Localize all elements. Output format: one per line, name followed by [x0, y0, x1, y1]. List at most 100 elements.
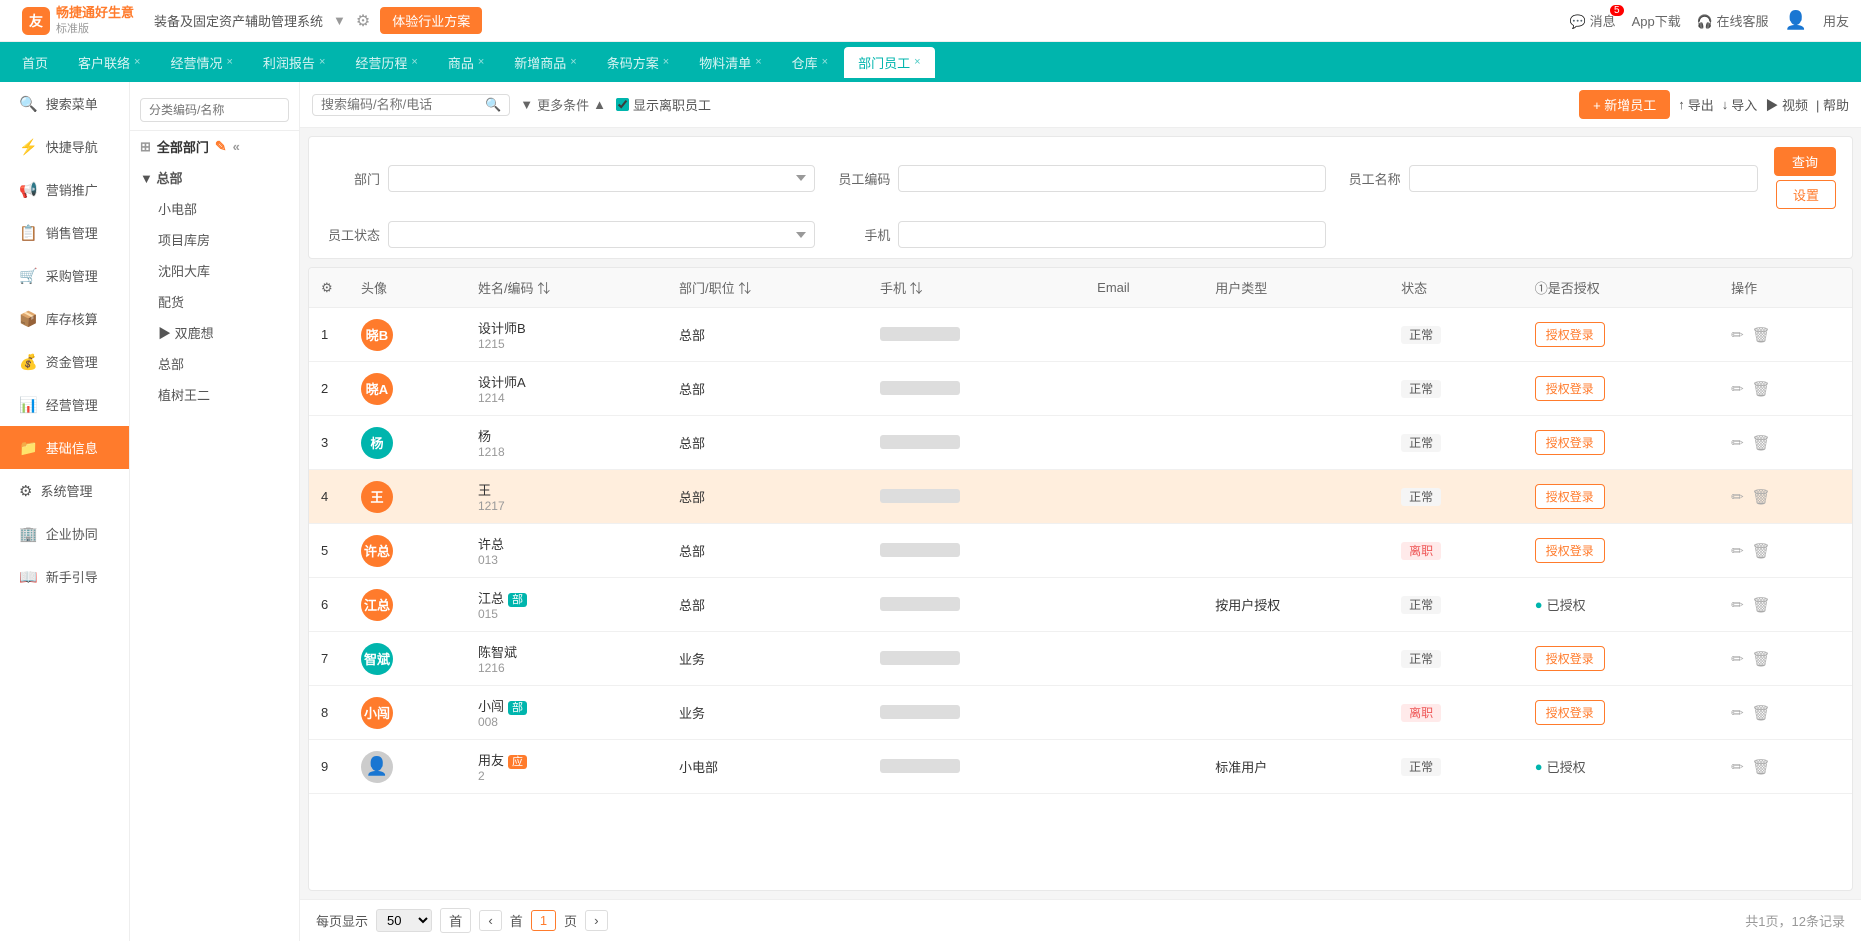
- first-page-button[interactable]: 首: [440, 908, 471, 933]
- filter-status-select[interactable]: [388, 221, 815, 248]
- tab-close-icon[interactable]: ×: [914, 56, 920, 68]
- delete-button[interactable]: 🗑: [1752, 380, 1771, 398]
- delete-button[interactable]: 🗑: [1752, 650, 1771, 668]
- filter-code-input[interactable]: [898, 165, 1325, 192]
- dept-collapse-icon[interactable]: «: [233, 139, 240, 154]
- tab-close-icon[interactable]: ×: [226, 56, 232, 68]
- sidebar-item-basic[interactable]: 📁 基础信息: [0, 426, 129, 469]
- tab-close-icon[interactable]: ×: [822, 56, 828, 68]
- tab-history[interactable]: 经营历程 ×: [341, 47, 431, 78]
- delete-button[interactable]: 🗑: [1752, 326, 1771, 344]
- edit-button[interactable]: ✏: [1731, 542, 1744, 560]
- delete-button[interactable]: 🗑: [1752, 488, 1771, 506]
- auth-login-button[interactable]: 授权登录: [1535, 700, 1605, 725]
- show-resigned-checkbox[interactable]: [616, 98, 629, 111]
- col-name-code[interactable]: 姓名/编码 ⇅: [466, 268, 667, 308]
- message-icon-area[interactable]: 💬 消息 5: [1570, 11, 1616, 30]
- edit-button[interactable]: ✏: [1731, 704, 1744, 722]
- system-dropdown-icon[interactable]: ▼: [333, 13, 346, 28]
- dept-item-xiangmukufang[interactable]: 项目库房: [130, 224, 299, 255]
- show-resigned-checkbox-label[interactable]: 显示离职员工: [616, 95, 711, 114]
- sidebar-item-sales[interactable]: 📋 销售管理: [0, 211, 129, 254]
- sidebar-item-inventory[interactable]: 📦 库存核算: [0, 297, 129, 340]
- delete-button[interactable]: 🗑: [1752, 596, 1771, 614]
- tab-close-icon[interactable]: ×: [663, 56, 669, 68]
- row-auth[interactable]: 授权登录: [1523, 686, 1719, 740]
- tab-profit[interactable]: 利润报告 ×: [249, 47, 339, 78]
- col-settings[interactable]: ⚙: [309, 268, 349, 308]
- dept-item-zongbu-parent[interactable]: ▼ 总部: [130, 162, 299, 193]
- edit-button[interactable]: ✏: [1731, 434, 1744, 452]
- view-button[interactable]: ▶ 视频: [1765, 95, 1808, 114]
- prev-page-button[interactable]: ‹: [479, 910, 501, 931]
- reset-button[interactable]: 设置: [1776, 180, 1836, 209]
- settings-gear-icon[interactable]: ⚙: [356, 11, 370, 31]
- tab-new-goods[interactable]: 新增商品 ×: [500, 47, 590, 78]
- tab-close-icon[interactable]: ×: [755, 56, 761, 68]
- export-button[interactable]: ↑ 导出: [1678, 95, 1714, 114]
- dept-item-zongbu-sub[interactable]: 总部: [130, 348, 299, 379]
- search-input[interactable]: [321, 97, 481, 112]
- trial-button[interactable]: 体验行业方案: [380, 7, 482, 34]
- filter-phone-input[interactable]: [898, 221, 1325, 248]
- edit-button[interactable]: ✏: [1731, 380, 1744, 398]
- tab-barcode[interactable]: 条码方案 ×: [593, 47, 683, 78]
- auth-login-button[interactable]: 授权登录: [1535, 430, 1605, 455]
- sidebar-item-purchase[interactable]: 🛒 采购管理: [0, 254, 129, 297]
- next-page-button[interactable]: ›: [585, 910, 607, 931]
- dept-search-input[interactable]: [140, 98, 289, 122]
- tab-customer[interactable]: 客户联络 ×: [64, 47, 154, 78]
- auth-login-button[interactable]: 授权登录: [1535, 322, 1605, 347]
- row-auth[interactable]: ●已授权: [1523, 578, 1719, 632]
- sidebar-item-enterprise[interactable]: 🏢 企业协同: [0, 512, 129, 555]
- tab-warehouse[interactable]: 仓库 ×: [778, 47, 842, 78]
- search-icon[interactable]: 🔍: [485, 97, 501, 113]
- row-auth[interactable]: 授权登录: [1523, 524, 1719, 578]
- edit-button[interactable]: ✏: [1731, 488, 1744, 506]
- sidebar-item-operation[interactable]: 📊 经营管理: [0, 383, 129, 426]
- per-page-select[interactable]: 50 20 100: [376, 909, 432, 932]
- row-auth[interactable]: 授权登录: [1523, 416, 1719, 470]
- dept-item-xiaodianbu[interactable]: 小电部: [130, 193, 299, 224]
- app-download-link[interactable]: App下载: [1632, 11, 1681, 30]
- help-button[interactable]: | 帮助: [1816, 95, 1849, 114]
- col-dept-position[interactable]: 部门/职位 ⇅: [667, 268, 868, 308]
- col-phone[interactable]: 手机 ⇅: [868, 268, 1085, 308]
- import-button[interactable]: ↓ 导入: [1722, 95, 1758, 114]
- row-auth[interactable]: 授权登录: [1523, 362, 1719, 416]
- row-auth[interactable]: ●已授权: [1523, 740, 1719, 794]
- edit-button[interactable]: ✏: [1731, 326, 1744, 344]
- tab-department[interactable]: 部门员工 ×: [844, 47, 934, 78]
- edit-button[interactable]: ✏: [1731, 758, 1744, 776]
- auth-login-button[interactable]: 授权登录: [1535, 538, 1605, 563]
- online-service-link[interactable]: 🎧 在线客服: [1697, 11, 1769, 30]
- tab-operation[interactable]: 经营情况 ×: [156, 47, 246, 78]
- auth-login-button[interactable]: 授权登录: [1535, 484, 1605, 509]
- dept-item-zhishuwanger[interactable]: 植树王二: [130, 379, 299, 410]
- sidebar-item-marketing[interactable]: 📢 营销推广: [0, 168, 129, 211]
- tab-close-icon[interactable]: ×: [319, 56, 325, 68]
- sidebar-item-system[interactable]: ⚙ 系统管理: [0, 469, 129, 512]
- more-filter-button[interactable]: ▼ 更多条件 ▲: [520, 95, 606, 114]
- sidebar-item-search[interactable]: 🔍 搜索菜单: [0, 82, 129, 125]
- sidebar-item-finance[interactable]: 💰 资金管理: [0, 340, 129, 383]
- dept-item-peihuo[interactable]: 配货: [130, 286, 299, 317]
- sidebar-item-guide[interactable]: 📖 新手引导: [0, 555, 129, 598]
- tab-home[interactable]: 首页: [8, 47, 62, 78]
- tab-bom[interactable]: 物料清单 ×: [685, 47, 775, 78]
- add-employee-button[interactable]: + 新增员工: [1579, 90, 1670, 119]
- dept-edit-icon[interactable]: ✎: [215, 138, 227, 155]
- search-button[interactable]: 查询: [1774, 147, 1836, 176]
- dept-item-shuangluxiang[interactable]: ▶ 双鹿想: [130, 317, 299, 348]
- filter-name-input[interactable]: [1409, 165, 1758, 192]
- delete-button[interactable]: 🗑: [1752, 434, 1771, 452]
- filter-dept-select[interactable]: [388, 165, 815, 192]
- delete-button[interactable]: 🗑: [1752, 542, 1771, 560]
- tab-close-icon[interactable]: ×: [478, 56, 484, 68]
- auth-login-button[interactable]: 授权登录: [1535, 646, 1605, 671]
- col-settings-icon[interactable]: ⚙: [321, 280, 333, 295]
- tab-goods[interactable]: 商品 ×: [434, 47, 498, 78]
- row-auth[interactable]: 授权登录: [1523, 308, 1719, 362]
- delete-button[interactable]: 🗑: [1752, 704, 1771, 722]
- tab-close-icon[interactable]: ×: [134, 56, 140, 68]
